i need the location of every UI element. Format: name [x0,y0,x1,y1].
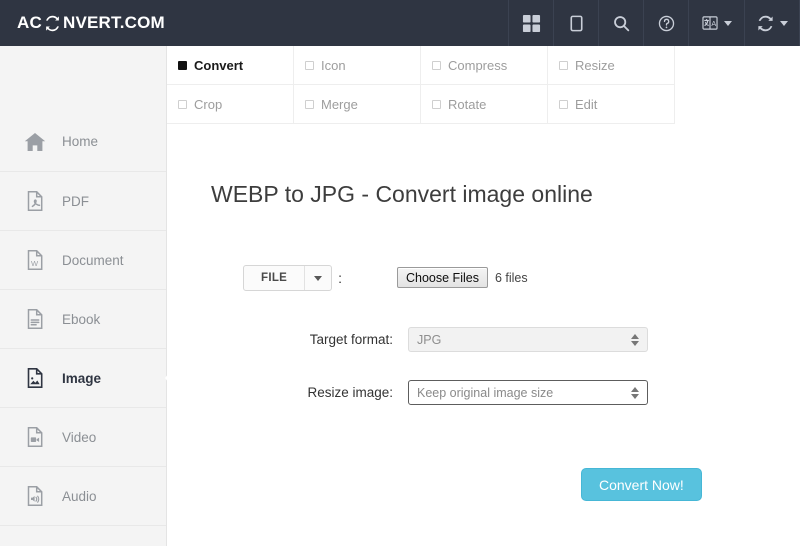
main-content: WEBP to JPG - Convert image online FILE … [167,124,800,546]
pdf-file-icon [22,188,48,214]
tab-crop[interactable]: Crop [167,85,294,124]
checkbox-icon [432,60,441,70]
header-actions: A [508,0,800,46]
app-root: AC NVERT.COM A Home PDF W Document Ebook… [0,0,800,546]
search-icon[interactable] [598,0,643,46]
tab-compress[interactable]: Compress [421,46,548,85]
sidebar-item-home[interactable]: Home [0,112,166,171]
file-upload-control[interactable]: Choose Files 6 files [397,267,528,288]
language-icon[interactable]: A [688,0,744,46]
target-format-value: JPG [417,332,442,347]
convert-icon[interactable] [744,0,800,46]
apps-grid-icon[interactable] [508,0,553,46]
source-row: FILE : [243,265,342,291]
help-icon[interactable] [643,0,688,46]
resize-image-row: Resize image: Keep original image size [243,380,648,405]
tablet-icon[interactable] [553,0,598,46]
sidebar-item-video[interactable]: Video [0,407,166,466]
sidebar-item-ebook[interactable]: Ebook [0,289,166,348]
resize-image-select[interactable]: Keep original image size [408,380,648,405]
sidebar-item-audio[interactable]: Audio [0,466,166,525]
sidebar-item-pdf[interactable]: PDF [0,171,166,230]
svg-text:A: A [711,19,716,28]
video-file-icon [22,424,48,450]
tab-label: Convert [194,57,244,73]
tab-merge[interactable]: Merge [294,85,421,124]
sidebar-item-label: Home [62,134,99,149]
tab-icon[interactable]: Icon [294,46,421,85]
tab-label: Resize [575,57,615,73]
sidebar-item-label: Image [62,370,102,386]
tab-label: Icon [321,57,346,73]
target-format-row: Target format: JPG [243,327,648,352]
target-format-select[interactable]: JPG [408,327,648,352]
page-title: WEBP to JPG - Convert image online [211,181,593,207]
tab-edit[interactable]: Edit [548,85,675,124]
site-logo[interactable]: AC NVERT.COM [0,0,165,46]
tab-label: Merge [321,96,358,112]
sidebar-item-label: PDF [62,193,89,209]
checkbox-icon [178,60,187,70]
sidebar-item-image[interactable]: Image [0,348,176,407]
tab-label: Edit [575,96,598,112]
resize-image-value: Keep original image size [417,385,554,400]
tab-convert[interactable]: Convert [167,46,294,85]
tab-label: Rotate [448,96,487,112]
top-header: AC NVERT.COM A [0,0,800,46]
checkbox-icon [432,99,441,109]
convert-now-button[interactable]: Convert Now! [581,468,702,501]
tab-rotate[interactable]: Rotate [421,85,548,124]
sidebar-item-label: Document [62,252,124,268]
checkbox-icon [559,99,568,109]
source-type-dropdown[interactable]: FILE [243,265,333,291]
brand-prefix: AC [17,13,42,32]
sidebar-item-document[interactable]: W Document [0,230,166,289]
choose-files-button[interactable]: Choose Files [397,267,488,288]
resize-image-label: Resize image: [307,385,393,400]
image-file-icon [22,365,48,391]
checkbox-icon [178,99,187,109]
brand-suffix: NVERT.COM [62,13,165,32]
sidebar: Home PDF W Document Ebook Image Video Au… [0,46,176,546]
chevron-down-icon[interactable] [304,266,331,290]
checkbox-icon [559,60,568,70]
tab-label: Crop [194,96,223,112]
checkbox-icon [305,60,314,70]
file-count-label: 6 files [494,270,528,285]
sidebar-item-label: Audio [62,488,97,504]
sidebar-item-label: Ebook [62,311,101,327]
ebook-file-icon [22,306,48,332]
chevron-down-icon [780,20,788,26]
header-spacer [165,0,508,46]
stepper-arrows-icon [631,333,639,346]
source-separator: : [338,270,343,286]
stepper-arrows-icon [631,386,639,399]
sync-icon [44,15,61,32]
sidebar-divider [0,525,166,526]
chevron-down-icon [724,20,732,26]
svg-text:W: W [31,259,39,268]
tab-resize[interactable]: Resize [548,46,675,85]
tab-label: Compress [448,57,508,73]
sidebar-item-label: Video [62,429,97,445]
word-document-icon: W [22,247,48,273]
target-format-label: Target format: [309,332,393,347]
home-icon [22,129,48,155]
checkbox-icon [305,99,314,109]
audio-file-icon [22,483,48,509]
source-type-value: FILE [261,272,288,284]
